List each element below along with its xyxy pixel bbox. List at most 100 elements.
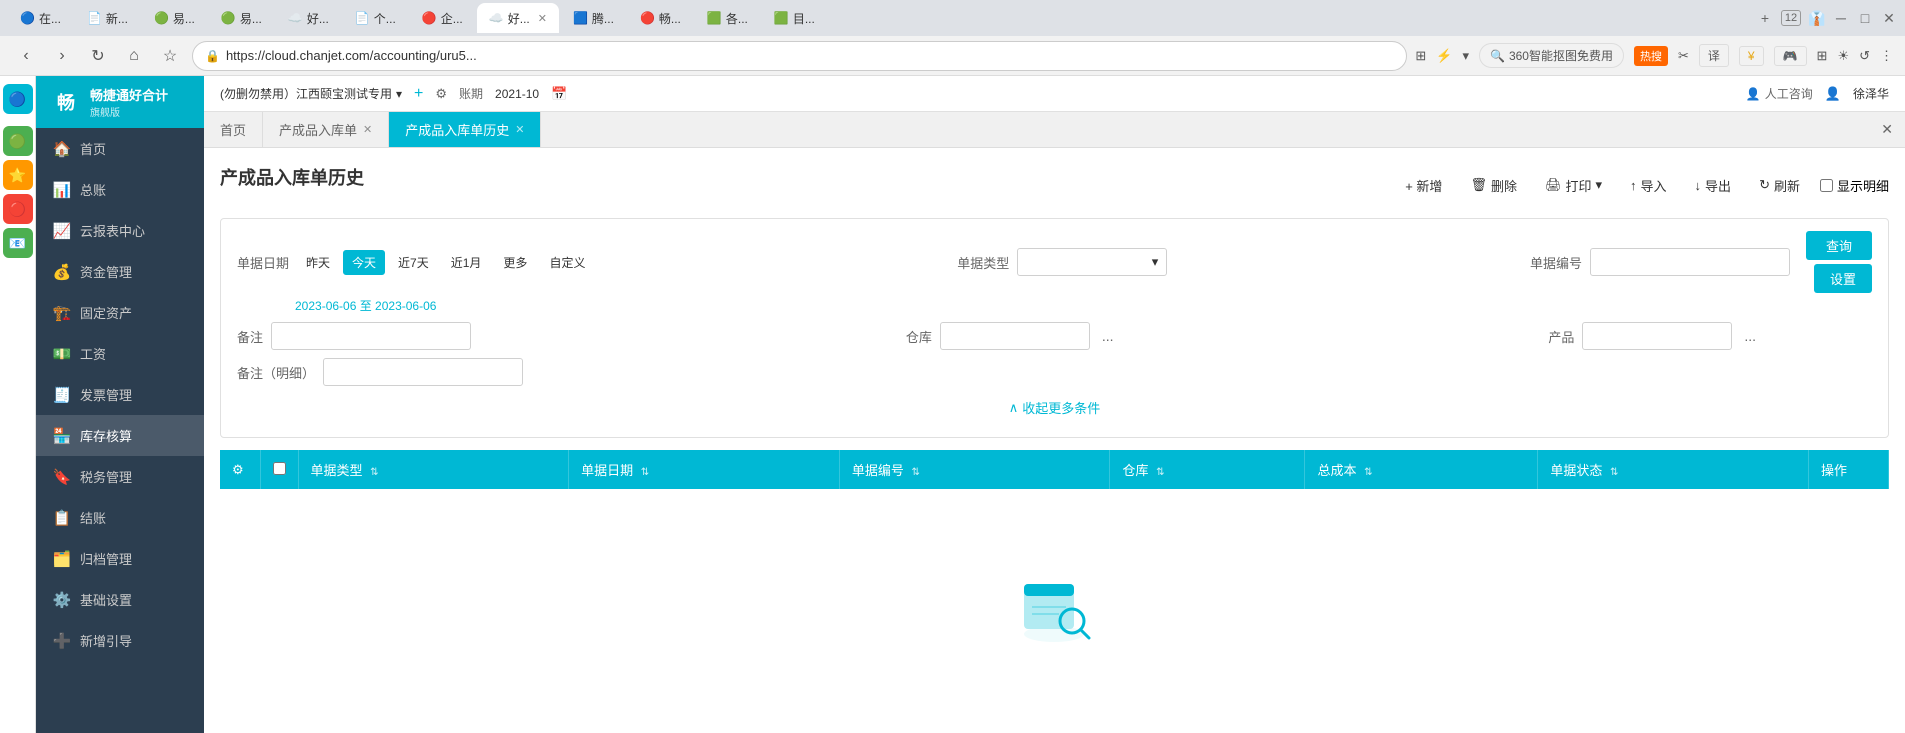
show-detail-checkbox[interactable] xyxy=(1820,179,1833,192)
expand-icon[interactable]: ▾ xyxy=(1462,48,1469,64)
app-icon-5[interactable]: 📧 xyxy=(3,228,33,258)
cut-tool[interactable]: ✂ xyxy=(1678,48,1689,64)
browser-tab-1[interactable]: 🔵 在... xyxy=(8,3,73,33)
date-chip-more[interactable]: 更多 xyxy=(494,250,536,275)
date-chip-7days[interactable]: 近7天 xyxy=(389,250,438,275)
page-tab-history-close-icon[interactable]: ✕ xyxy=(515,123,524,136)
ai-consult-button[interactable]: 👤 人工咨询 xyxy=(1746,85,1813,102)
note-input[interactable] xyxy=(271,322,471,350)
home-button[interactable]: ⌂ xyxy=(120,42,148,70)
browser-tab-10[interactable]: 🔴 畅... xyxy=(628,3,693,33)
app-icon-1[interactable]: 🔵 xyxy=(3,84,33,114)
bookmark-button[interactable]: ☆ xyxy=(156,42,184,70)
sidebar-item-ledger[interactable]: 📊 总账 xyxy=(36,169,204,210)
browser-tab-12[interactable]: 🟩 目... xyxy=(762,3,827,33)
sidebar-item-payroll[interactable]: 💵 工资 xyxy=(36,333,204,374)
game-tool[interactable]: 🎮 xyxy=(1774,46,1807,66)
sidebar-item-fixed[interactable]: 🏗️ 固定资产 xyxy=(36,292,204,333)
table-gear-header[interactable]: ⚙ xyxy=(220,450,260,489)
translate-tool[interactable]: 译 xyxy=(1699,44,1729,67)
panel-close-button[interactable]: ✕ xyxy=(1869,113,1905,146)
archive-icon: 🗂️ xyxy=(52,550,72,568)
sidebar-item-report[interactable]: 📈 云报表中心 xyxy=(36,210,204,251)
product-input[interactable] xyxy=(1582,322,1732,350)
browser-tab-8[interactable]: ☁️ 好... ✕ xyxy=(477,3,559,33)
browser-tab-9[interactable]: 🟦 腾... xyxy=(561,3,626,33)
table-checkbox-header[interactable] xyxy=(260,450,298,489)
layout-tool[interactable]: ⊞ xyxy=(1817,48,1828,64)
sidebar-item-invoice[interactable]: 🧾 发票管理 xyxy=(36,374,204,415)
note-detail-input[interactable] xyxy=(323,358,523,386)
page-tab-voucher[interactable]: 产成品入库单 ✕ xyxy=(263,112,389,147)
date-chip-today[interactable]: 今天 xyxy=(343,250,385,275)
company-selector[interactable]: (勿删勿禁用）江西颐宝测试专用 ▾ xyxy=(220,85,402,102)
extensions-icon[interactable]: 👔 xyxy=(1809,10,1825,26)
url-bar[interactable]: 🔒 https://cloud.chanjet.com/accounting/u… xyxy=(192,41,1407,71)
sidebar-item-settle[interactable]: 📋 结账 xyxy=(36,497,204,538)
voucher-no-input[interactable] xyxy=(1590,248,1790,276)
sidebar-item-home[interactable]: 🏠 首页 xyxy=(36,128,204,169)
browser-tab-2[interactable]: 📄 新... xyxy=(75,3,140,33)
table-cost-header[interactable]: 总成本 ⇅ xyxy=(1305,450,1538,489)
table-no-header[interactable]: 单据编号 ⇅ xyxy=(839,450,1110,489)
sidebar-item-inventory[interactable]: 🏪 库存核算 xyxy=(36,415,204,456)
page-tab-voucher-close-icon[interactable]: ✕ xyxy=(363,123,372,136)
sidebar-item-basic[interactable]: ⚙️ 基础设置 xyxy=(36,579,204,620)
tab-10-icon: 🔴 xyxy=(640,11,655,25)
delete-button[interactable]: 🗑 删除 xyxy=(1462,172,1525,199)
warehouse-more-button[interactable]: ... xyxy=(1102,328,1114,344)
show-detail-toggle[interactable]: 显示明细 xyxy=(1820,176,1889,195)
warehouse-input[interactable] xyxy=(940,322,1090,350)
forward-button[interactable]: › xyxy=(48,42,76,70)
maximize-icon[interactable]: □ xyxy=(1857,10,1873,26)
sidebar-item-tax[interactable]: 🔖 税务管理 xyxy=(36,456,204,497)
browser-tab-3[interactable]: 🟢 易... xyxy=(142,3,207,33)
more-tools[interactable]: ⋮ xyxy=(1880,48,1893,64)
date-chip-yesterday[interactable]: 昨天 xyxy=(297,250,339,275)
date-chip-custom[interactable]: 自定义 xyxy=(540,250,594,275)
table-type-header[interactable]: 单据类型 ⇅ xyxy=(298,450,569,489)
sidebar-item-new[interactable]: ➕ 新增引导 xyxy=(36,620,204,661)
collapse-button[interactable]: ∧ 收起更多条件 xyxy=(1009,398,1101,417)
refresh-button[interactable]: ↻ 刷新 xyxy=(1751,172,1808,199)
import-button[interactable]: ↑ 导入 xyxy=(1622,172,1675,199)
brightness-tool[interactable]: ☀ xyxy=(1837,48,1849,64)
browser-tab-7[interactable]: 🔴 企... xyxy=(410,3,475,33)
currency-tool[interactable]: ¥ xyxy=(1739,46,1764,66)
settings-tool[interactable]: ↺ xyxy=(1859,48,1870,64)
settings-button[interactable]: 设置 xyxy=(1814,264,1872,293)
new-button[interactable]: + 新增 xyxy=(1397,172,1450,199)
page-tab-history[interactable]: 产成品入库单历史 ✕ xyxy=(389,112,541,147)
page-tab-home[interactable]: 首页 xyxy=(204,112,263,147)
period-calendar-icon[interactable]: 📅 xyxy=(551,86,567,102)
browser-tab-4[interactable]: 🟢 易... xyxy=(209,3,274,33)
table-status-header[interactable]: 单据状态 ⇅ xyxy=(1538,450,1809,489)
tab-8-close-icon[interactable]: ✕ xyxy=(538,12,547,25)
browser-tab-6[interactable]: 📄 个... xyxy=(343,3,408,33)
select-all-checkbox[interactable] xyxy=(273,462,286,475)
new-tab-button[interactable]: + xyxy=(1757,10,1773,26)
table-date-header[interactable]: 单据日期 ⇅ xyxy=(569,450,840,489)
back-button[interactable]: ‹ xyxy=(12,42,40,70)
topbar-add-button[interactable]: + xyxy=(414,85,423,103)
app-icon-3[interactable]: ⭐ xyxy=(3,160,33,190)
product-more-button[interactable]: ... xyxy=(1744,328,1756,344)
browser-tab-5[interactable]: ☁️ 好... xyxy=(276,3,341,33)
app-icon-2[interactable]: 🟢 xyxy=(3,126,33,156)
extensions-toolbar[interactable]: ⊞ xyxy=(1415,48,1426,64)
table-warehouse-header[interactable]: 仓库 ⇅ xyxy=(1110,450,1305,489)
voucher-type-dropdown[interactable]: ▾ xyxy=(1017,248,1167,276)
close-window-icon[interactable]: ✕ xyxy=(1881,10,1897,26)
print-button[interactable]: 🖨 打印 ▾ xyxy=(1537,172,1610,199)
date-chip-1month[interactable]: 近1月 xyxy=(442,250,491,275)
export-button[interactable]: ↓ 导出 xyxy=(1687,172,1740,199)
lightning-icon[interactable]: ⚡ xyxy=(1436,48,1452,64)
refresh-button[interactable]: ↻ xyxy=(84,42,112,70)
app-icon-4[interactable]: 🔴 xyxy=(3,194,33,224)
query-button[interactable]: 查询 xyxy=(1806,231,1872,260)
topbar-settings-icon[interactable]: ⚙ xyxy=(435,86,447,102)
sidebar-item-fund[interactable]: 💰 资金管理 xyxy=(36,251,204,292)
sidebar-item-archive[interactable]: 🗂️ 归档管理 xyxy=(36,538,204,579)
browser-tab-11[interactable]: 🟩 各... xyxy=(695,3,760,33)
minimize-icon[interactable]: ─ xyxy=(1833,10,1849,26)
